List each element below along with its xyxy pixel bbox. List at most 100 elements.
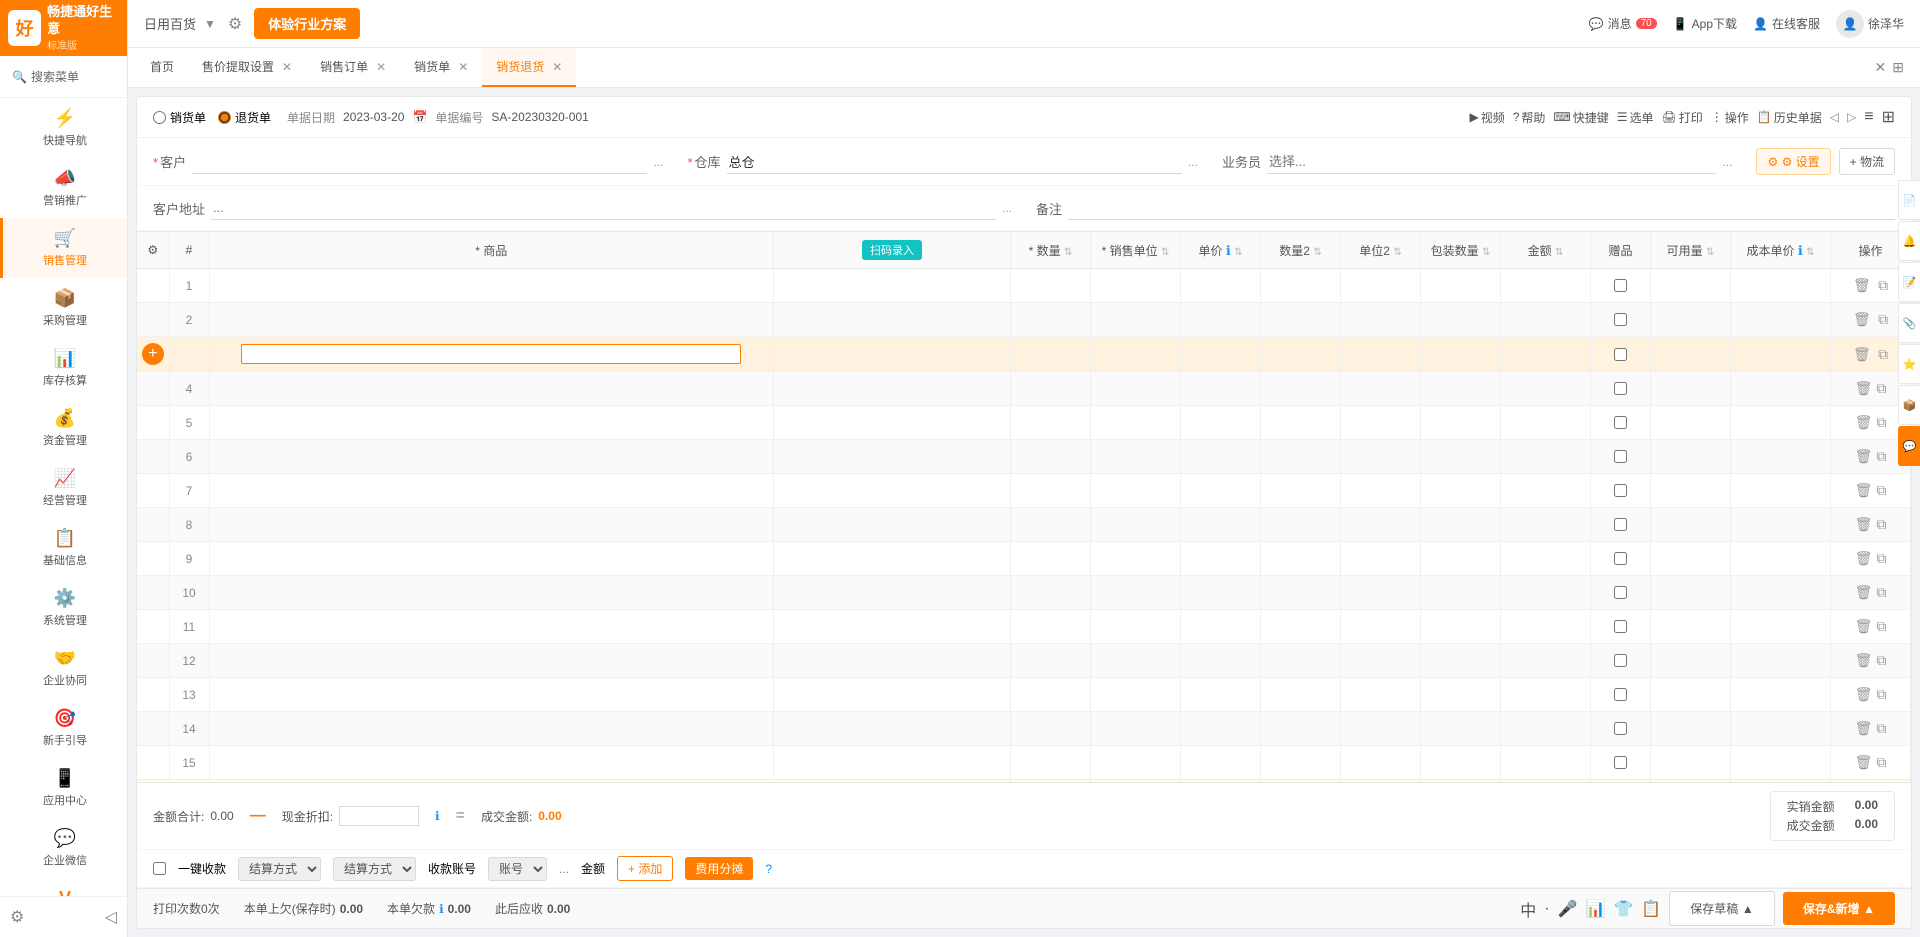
salesperson-dots[interactable]: ... bbox=[1722, 155, 1732, 169]
float-btn-2[interactable]: 🔔 bbox=[1898, 221, 1920, 261]
remarks-input[interactable] bbox=[1068, 196, 1895, 220]
tab-delivery[interactable]: 销货单 ✕ bbox=[400, 48, 482, 87]
gift-checkbox-15[interactable] bbox=[1614, 756, 1627, 769]
select-btn[interactable]: ☰ 选单 bbox=[1617, 109, 1654, 126]
tab-price-settings[interactable]: 售价提取设置 ✕ bbox=[188, 48, 306, 87]
customer-dots[interactable]: ... bbox=[653, 155, 663, 169]
sidebar-item-enterprise-wx[interactable]: 💬 企业微信 bbox=[0, 818, 127, 878]
warehouse-input[interactable] bbox=[727, 150, 1182, 174]
copy-row-active-btn[interactable]: ⧉ bbox=[1876, 344, 1890, 365]
copy-row-btn[interactable]: ⧉ bbox=[1874, 514, 1888, 535]
tab-close-icon[interactable]: ✕ bbox=[458, 60, 468, 74]
save-draft-btn[interactable]: 保存草稿 ▲ bbox=[1669, 891, 1775, 926]
delete-row-btn[interactable]: 🗑 bbox=[1853, 446, 1875, 467]
radio-returns-input[interactable] bbox=[218, 111, 231, 124]
gift-checkbox-9[interactable] bbox=[1614, 552, 1627, 565]
tab-close-icon[interactable]: ✕ bbox=[282, 60, 292, 74]
copy-row-1-btn[interactable]: ⧉ bbox=[1876, 275, 1890, 296]
copy-row-2-btn[interactable]: ⧉ bbox=[1876, 309, 1890, 330]
gift-checkbox-4[interactable] bbox=[1614, 382, 1627, 395]
online-support-item[interactable]: 👤 在线客服 bbox=[1753, 15, 1820, 32]
delete-row-2-btn[interactable]: 🗑 bbox=[1851, 309, 1873, 330]
delete-row-btn[interactable]: 🗑 bbox=[1853, 650, 1875, 671]
delete-row-btn[interactable]: 🗑 bbox=[1853, 412, 1875, 433]
sidebar-item-app-center[interactable]: 📱 应用中心 bbox=[0, 758, 127, 818]
delete-row-btn[interactable]: 🗑 bbox=[1853, 616, 1875, 637]
delete-row-btn[interactable]: 🗑 bbox=[1853, 378, 1875, 399]
settings-button[interactable]: ⚙ ⚙ 设置 bbox=[1756, 148, 1830, 175]
warehouse-dots[interactable]: ... bbox=[1188, 155, 1198, 169]
print-btn[interactable]: 🖨 打印 bbox=[1662, 109, 1703, 126]
gift-checkbox-active[interactable] bbox=[1614, 348, 1627, 361]
search-button[interactable]: 🔍 搜索菜单 bbox=[8, 64, 119, 89]
sidebar-item-purchase[interactable]: 📦 采购管理 bbox=[0, 278, 127, 338]
address-dots[interactable]: ... bbox=[1002, 201, 1012, 215]
video-btn[interactable]: ▶ 视频 bbox=[1469, 109, 1504, 126]
shortcuts-btn[interactable]: ⌨ 快捷键 bbox=[1553, 109, 1608, 126]
delete-row-btn[interactable]: 🗑 bbox=[1853, 480, 1875, 501]
user-item[interactable]: 👤 徐泽华 bbox=[1836, 10, 1904, 38]
float-btn-5[interactable]: ⭐ bbox=[1898, 344, 1920, 384]
tabbar-close-all[interactable]: ✕ ⊞ bbox=[1867, 48, 1912, 87]
tab-close-icon[interactable]: ✕ bbox=[552, 60, 562, 74]
topbar-settings-btn[interactable]: ⚙ bbox=[224, 10, 246, 38]
toolbar-icon-5[interactable]: 👕 bbox=[1613, 899, 1633, 919]
delete-row-btn[interactable]: 🗑 bbox=[1853, 514, 1875, 535]
experience-btn[interactable]: 体验行业方案 bbox=[254, 8, 360, 39]
copy-row-btn[interactable]: ⧉ bbox=[1874, 718, 1888, 739]
tab-close-icon[interactable]: ✕ bbox=[376, 60, 386, 74]
delete-row-btn[interactable]: 🗑 bbox=[1853, 684, 1875, 705]
view-grid-icon[interactable]: ⊞ bbox=[1882, 107, 1895, 127]
copy-row-btn[interactable]: ⧉ bbox=[1874, 684, 1888, 705]
discount-input[interactable] bbox=[339, 806, 419, 826]
gift-checkbox-2[interactable] bbox=[1614, 313, 1627, 326]
radio-delivery[interactable]: 销货单 bbox=[153, 109, 206, 126]
copy-row-btn[interactable]: ⧉ bbox=[1874, 752, 1888, 773]
float-btn-4[interactable]: 📎 bbox=[1898, 303, 1920, 343]
toolbar-icon-4[interactable]: 📊 bbox=[1586, 899, 1606, 919]
gift-checkbox-8[interactable] bbox=[1614, 518, 1627, 531]
calendar-icon[interactable]: 📅 bbox=[412, 110, 427, 124]
copy-row-btn[interactable]: ⧉ bbox=[1874, 582, 1888, 603]
help-icon[interactable]: ℹ bbox=[435, 809, 440, 823]
gift-checkbox-13[interactable] bbox=[1614, 688, 1627, 701]
scan-input-btn[interactable]: 扫码录入 bbox=[862, 240, 922, 260]
calc-method-select[interactable]: 结算方式 bbox=[333, 857, 416, 881]
toolbar-icon-1[interactable]: 中 bbox=[1520, 897, 1536, 921]
gift-checkbox-6[interactable] bbox=[1614, 450, 1627, 463]
gift-checkbox-5[interactable] bbox=[1614, 416, 1627, 429]
one-click-checkbox[interactable] bbox=[153, 862, 166, 875]
sidebar-item-enterprise[interactable]: 🤝 企业协同 bbox=[0, 638, 127, 698]
delete-row-btn[interactable]: 🗑 bbox=[1853, 548, 1875, 569]
sidebar-item-finance[interactable]: 💰 资金管理 bbox=[0, 398, 127, 458]
add-row-btn[interactable]: + bbox=[142, 343, 164, 365]
logistics-button[interactable]: + 物流 bbox=[1839, 148, 1895, 175]
sidebar-item-operation[interactable]: 📈 经营管理 bbox=[0, 458, 127, 518]
sidebar-search[interactable]: 🔍 搜索菜单 bbox=[0, 56, 127, 98]
copy-row-btn[interactable]: ⧉ bbox=[1874, 616, 1888, 637]
gift-checkbox-14[interactable] bbox=[1614, 722, 1627, 735]
address-input[interactable] bbox=[211, 196, 996, 220]
close-all-icon[interactable]: ✕ bbox=[1875, 59, 1887, 76]
delete-row-btn[interactable]: 🗑 bbox=[1853, 752, 1875, 773]
sidebar-collapse-btn[interactable]: ◁ bbox=[105, 907, 117, 927]
help-btn[interactable]: ? 帮助 bbox=[1513, 109, 1546, 126]
sidebar-item-marketing[interactable]: 📣 营销推广 bbox=[0, 158, 127, 218]
tab-sales-order[interactable]: 销售订单 ✕ bbox=[306, 48, 400, 87]
nav-dropdown-icon[interactable]: ▼ bbox=[204, 17, 216, 31]
account-dots[interactable]: ... bbox=[559, 862, 569, 876]
tab-returns[interactable]: 销货退货 ✕ bbox=[482, 48, 576, 87]
message-item[interactable]: 💬 消息 70 bbox=[1589, 15, 1657, 32]
toolbar-icon-2[interactable]: · bbox=[1544, 900, 1549, 918]
single-debt-info[interactable]: ℹ bbox=[439, 902, 444, 916]
grid-view-icon[interactable]: ⊞ bbox=[1892, 59, 1904, 76]
copy-row-btn[interactable]: ⧉ bbox=[1874, 480, 1888, 501]
account-select[interactable]: 账号 bbox=[488, 857, 547, 881]
delete-row-btn[interactable]: 🗑 bbox=[1853, 582, 1875, 603]
salesperson-input[interactable] bbox=[1267, 150, 1716, 174]
gift-checkbox-10[interactable] bbox=[1614, 586, 1627, 599]
tab-home[interactable]: 首页 bbox=[136, 48, 188, 87]
prev-icon[interactable]: ◁ bbox=[1830, 110, 1839, 124]
view-list-icon[interactable]: ≡ bbox=[1864, 108, 1873, 126]
operations-btn[interactable]: ⋮ 操作 bbox=[1711, 109, 1749, 126]
